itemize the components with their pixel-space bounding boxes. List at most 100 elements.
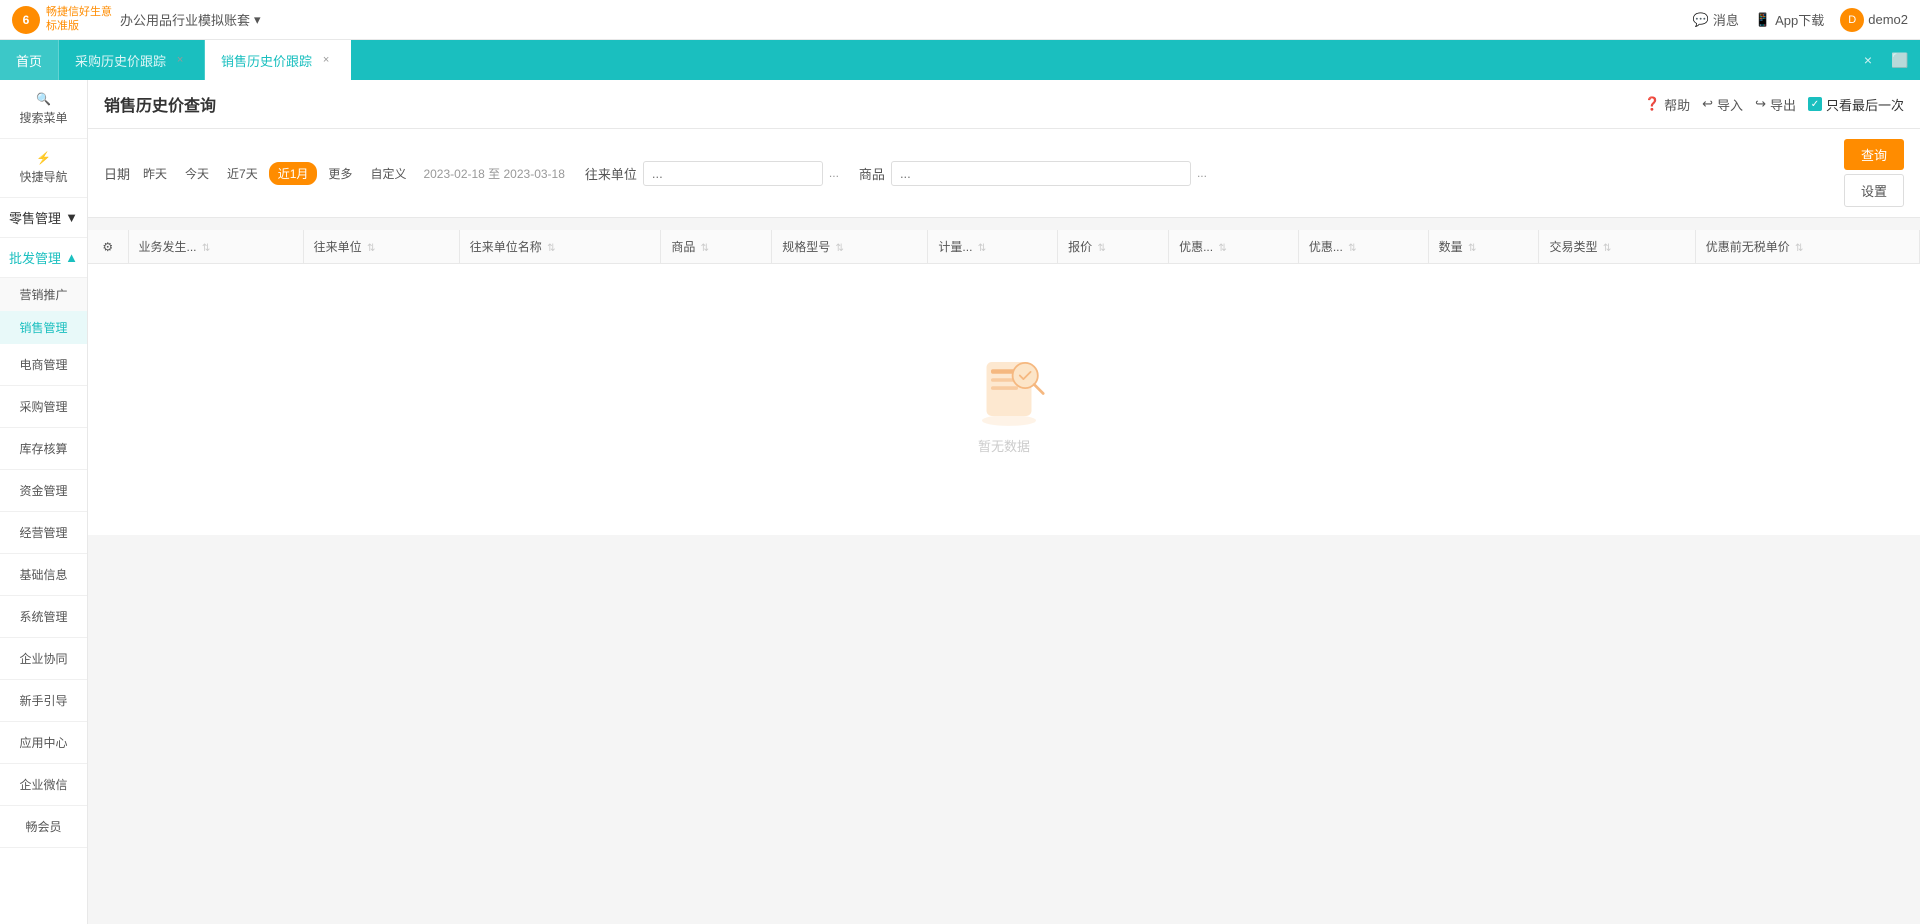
tab-purchase-history[interactable]: 采购历史价跟踪 × (59, 40, 205, 80)
sidebar-item-retail-mgmt[interactable]: 零售管理 ▼ (0, 198, 87, 238)
sidebar-item-system-mgmt[interactable]: 系统管理 (0, 596, 87, 638)
goods-more[interactable]: ... (1197, 166, 1207, 180)
tabbar: 首页 采购历史价跟踪 × 销售历史价跟踪 × × ⬜ (0, 40, 1920, 80)
col-quantity[interactable]: 数量 ⇅ (1428, 230, 1539, 264)
tab-sales-history[interactable]: 销售历史价跟踪 × (205, 40, 351, 80)
sidebar-item-enterprise-wechat[interactable]: 企业微信 (0, 764, 87, 806)
sidebar-item-finance-mgmt[interactable]: 资金管理 (0, 470, 87, 512)
main-area: 🔍 搜索菜单 ⚡ 快捷导航 零售管理 ▼ 批发管理 ▲ 营销推广 销售管理 电商… (0, 80, 1920, 924)
empty-state: 暂无数据 (88, 264, 1920, 535)
counterparty-input[interactable] (643, 161, 823, 186)
table-container: ⚙ 业务发生... ⇅ 往来单位 ⇅ 往来单位名称 ⇅ 商品 ⇅ 规格型号 ⇅ … (88, 230, 1920, 535)
date-buttons: 昨天 今天 近7天 近1月 更多 自定义 (136, 162, 413, 185)
search-bar: 日期 昨天 今天 近7天 近1月 更多 自定义 2023-02-18 至 202… (88, 129, 1920, 218)
sidebar-item-enterprise-collab[interactable]: 企业协同 (0, 638, 87, 680)
wholesale-mgmt-arrow: ▲ (65, 250, 78, 265)
col-gear[interactable]: ⚙ (88, 230, 128, 264)
action-buttons: 查询 设置 (1844, 139, 1904, 207)
sidebar-item-basic-info[interactable]: 基础信息 (0, 554, 87, 596)
col-pre-tax-price[interactable]: 优惠前无税单价 ⇅ (1695, 230, 1919, 264)
tab-purchase-history-label: 采购历史价跟踪 (75, 51, 166, 70)
topbar: 6 畅捷信好生意 标准版 办公用品行业模拟账套 ▾ 💬 消息 📱 App下载 D… (0, 0, 1920, 40)
restore-window-button[interactable]: ⬜ (1888, 48, 1912, 72)
tab-purchase-history-close[interactable]: × (172, 52, 188, 68)
goods-input[interactable] (891, 161, 1191, 186)
sidebar-item-marketing[interactable]: 营销推广 (0, 278, 87, 311)
table-header: ⚙ 业务发生... ⇅ 往来单位 ⇅ 往来单位名称 ⇅ 商品 ⇅ 规格型号 ⇅ … (88, 230, 1920, 264)
query-button[interactable]: 查询 (1844, 139, 1904, 170)
date-btn-7days[interactable]: 近7天 (220, 162, 265, 185)
content-area: 销售历史价查询 ❓ 帮助 ↩ 导入 ↪ 导出 ✓ (88, 80, 1920, 924)
sidebar-item-search-menu[interactable]: 🔍 搜索菜单 (0, 80, 87, 139)
workspace-selector[interactable]: 办公用品行业模拟账套 ▾ (120, 10, 261, 29)
logo-icon: 6 (12, 6, 40, 34)
latest-only-checkbox-label[interactable]: ✓ 只看最后一次 (1808, 95, 1904, 114)
sidebar-item-new-user-guide[interactable]: 新手引导 (0, 680, 87, 722)
help-button[interactable]: ❓ 帮助 (1644, 95, 1690, 114)
topbar-right: 💬 消息 📱 App下载 D demo2 (1693, 8, 1908, 32)
settings-button[interactable]: 设置 (1844, 174, 1904, 207)
date-btn-today[interactable]: 今天 (178, 162, 216, 185)
logo-area: 6 畅捷信好生意 标准版 (12, 6, 112, 34)
goods-filter: 商品 ... (859, 161, 1207, 186)
page-title-bar: 销售历史价查询 ❓ 帮助 ↩ 导入 ↪ 导出 ✓ (104, 92, 1904, 128)
page-title: 销售历史价查询 (104, 92, 216, 116)
counterparty-more[interactable]: ... (829, 166, 839, 180)
date-filter: 日期 昨天 今天 近7天 近1月 更多 自定义 2023-02-18 至 202… (104, 162, 565, 185)
date-label: 日期 (104, 164, 130, 183)
col-biz-date[interactable]: 业务发生... ⇅ (128, 230, 303, 264)
col-discount1[interactable]: 优惠... ⇅ (1169, 230, 1299, 264)
col-unit[interactable]: 计量... ⇅ (928, 230, 1058, 264)
data-table: ⚙ 业务发生... ⇅ 往来单位 ⇅ 往来单位名称 ⇅ 商品 ⇅ 规格型号 ⇅ … (88, 230, 1920, 264)
topbar-left: 6 畅捷信好生意 标准版 办公用品行业模拟账套 ▾ (12, 6, 261, 34)
col-goods[interactable]: 商品 ⇅ (661, 230, 772, 264)
date-btn-1month[interactable]: 近1月 (269, 162, 318, 185)
empty-text: 暂无数据 (978, 436, 1030, 455)
msg-button[interactable]: 💬 消息 (1693, 10, 1739, 29)
counterparty-filter: 往来单位 ... (585, 161, 839, 186)
page-header: 销售历史价查询 ❓ 帮助 ↩ 导入 ↪ 导出 ✓ (88, 80, 1920, 129)
col-counterparty-name[interactable]: 往来单位名称 ⇅ (459, 230, 661, 264)
tab-window-controls: × ⬜ (1856, 48, 1920, 72)
sidebar-item-sales-mgmt[interactable]: 销售管理 (0, 311, 87, 344)
sidebar-item-purchase-mgmt[interactable]: 采购管理 (0, 386, 87, 428)
app-download-button[interactable]: 📱 App下载 (1755, 10, 1824, 29)
col-quote[interactable]: 报价 ⇅ (1058, 230, 1169, 264)
tab-sales-history-label: 销售历史价跟踪 (221, 51, 312, 70)
empty-icon (964, 344, 1044, 424)
latest-only-checkbox[interactable]: ✓ (1808, 97, 1822, 111)
date-btn-yesterday[interactable]: 昨天 (136, 162, 174, 185)
sidebar-item-wholesale-mgmt[interactable]: 批发管理 ▲ (0, 238, 87, 278)
counterparty-label: 往来单位 (585, 164, 637, 183)
col-discount2[interactable]: 优惠... ⇅ (1298, 230, 1428, 264)
tab-sales-history-close[interactable]: × (318, 52, 334, 68)
page-actions: ❓ 帮助 ↩ 导入 ↪ 导出 ✓ 只看最后一次 (1644, 95, 1904, 114)
app-icon: 📱 (1755, 12, 1771, 28)
search-menu-icon: 🔍 (36, 92, 51, 106)
export-button[interactable]: ↪ 导出 (1755, 95, 1796, 114)
sidebar-item-ecomm-mgmt[interactable]: 电商管理 (0, 344, 87, 386)
col-spec[interactable]: 规格型号 ⇅ (772, 230, 928, 264)
sidebar-item-quick-nav[interactable]: ⚡ 快捷导航 (0, 139, 87, 198)
goods-label: 商品 (859, 164, 885, 183)
user-profile[interactable]: D demo2 (1840, 8, 1908, 32)
date-btn-custom[interactable]: 自定义 (363, 162, 413, 185)
avatar: D (1840, 8, 1864, 32)
sidebar-item-app-center[interactable]: 应用中心 (0, 722, 87, 764)
close-window-button[interactable]: × (1856, 48, 1880, 72)
import-button[interactable]: ↩ 导入 (1702, 95, 1743, 114)
workspace-arrow: ▾ (254, 12, 261, 28)
sidebar-item-ops-mgmt[interactable]: 经营管理 (0, 512, 87, 554)
sidebar-item-member[interactable]: 畅会员 (0, 806, 87, 848)
brand-text: 畅捷信好生意 标准版 (46, 6, 112, 32)
import-icon: ↩ (1702, 96, 1713, 112)
sidebar-item-inventory[interactable]: 库存核算 (0, 428, 87, 470)
help-icon: ❓ (1644, 96, 1660, 112)
col-counterparty[interactable]: 往来单位 ⇅ (303, 230, 459, 264)
tab-home-label: 首页 (16, 51, 42, 70)
date-range-display: 2023-02-18 至 2023-03-18 (423, 165, 564, 182)
col-trade-type[interactable]: 交易类型 ⇅ (1539, 230, 1695, 264)
quick-nav-icon: ⚡ (36, 151, 51, 165)
tab-home[interactable]: 首页 (0, 40, 59, 80)
date-btn-more[interactable]: 更多 (321, 162, 359, 185)
